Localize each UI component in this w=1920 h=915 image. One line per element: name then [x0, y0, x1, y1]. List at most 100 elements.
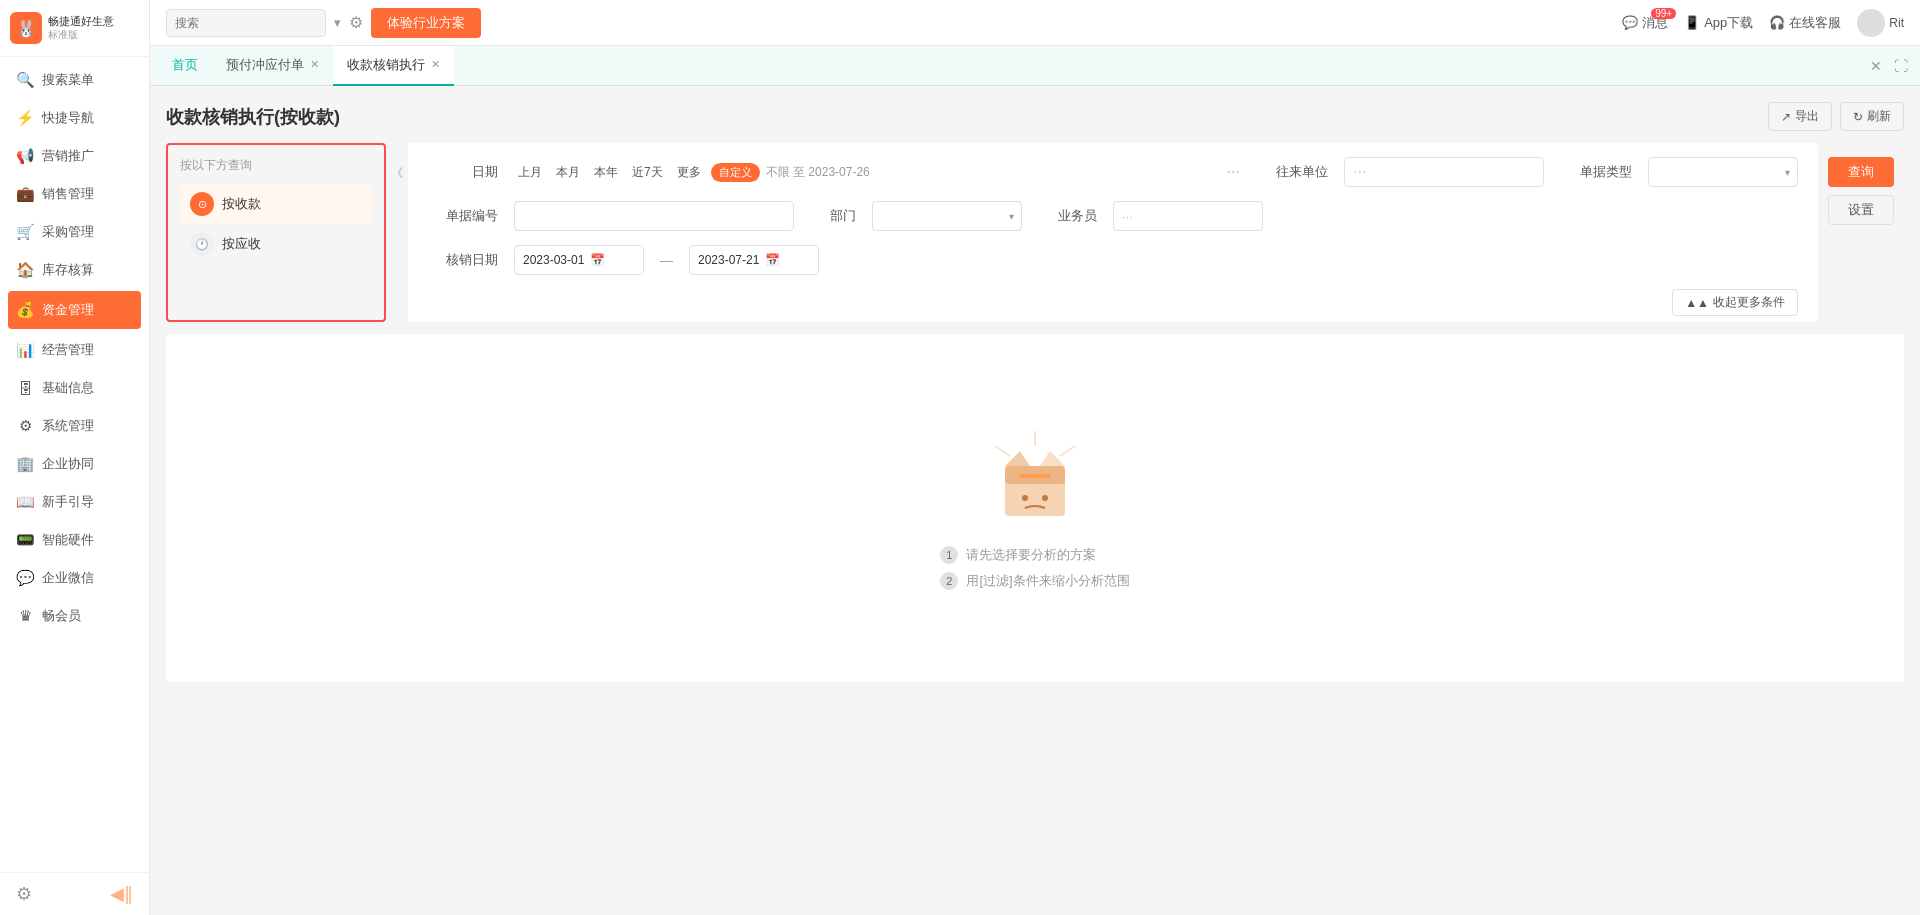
management-icon: 📊	[16, 341, 34, 359]
sidebar-item-basic-info[interactable]: 🗄 基础信息	[0, 369, 149, 407]
maximize-tab-button[interactable]: ⛶	[1890, 54, 1912, 78]
tab-receipt-close-icon[interactable]: ✕	[431, 58, 440, 71]
basic-info-icon: 🗄	[16, 380, 34, 397]
doc-type-select-wrapper	[1648, 157, 1798, 187]
notification-count: 99+	[1651, 8, 1676, 19]
verify-date-end[interactable]: 2023-07-21 📅	[689, 245, 819, 275]
dept-label: 部门	[810, 207, 856, 225]
doc-type-select[interactable]	[1648, 157, 1798, 187]
date-last-month[interactable]: 上月	[514, 162, 546, 183]
tabbar: 首页 预付冲应付单 ✕ 收款核销执行 ✕ ✕ ⛶	[150, 46, 1920, 86]
collapse-sidebar-icon[interactable]: ◀‖	[110, 883, 133, 905]
sidebar-item-label: 企业协同	[42, 455, 94, 473]
tab-receipt-label: 收款核销执行	[347, 56, 425, 74]
gear-icon[interactable]: ⚙	[349, 13, 363, 32]
date-this-month[interactable]: 本月	[552, 162, 584, 183]
app-download-button[interactable]: 📱 App下载	[1684, 14, 1753, 32]
dept-select[interactable]	[872, 201, 1022, 231]
staff-field[interactable]: ···	[1113, 201, 1263, 231]
sidebar-item-label: 销售管理	[42, 185, 94, 203]
sidebar-item-label: 营销推广	[42, 147, 94, 165]
sidebar-item-label: 采购管理	[42, 223, 94, 241]
headset-icon: 🎧	[1769, 15, 1785, 30]
finance-icon: 💰	[16, 301, 34, 319]
topbar-left: ▾ ⚙ 体验行业方案	[166, 8, 1610, 38]
sidebar-item-quick-nav[interactable]: ⚡ 快捷导航	[0, 99, 149, 137]
chevron-down-icon[interactable]: ▾	[334, 15, 341, 30]
sidebar-item-enterprise[interactable]: 🏢 企业协同	[0, 445, 149, 483]
empty-tip-1: 1 请先选择要分析的方案	[940, 546, 1129, 564]
setting-button[interactable]: 设置	[1828, 195, 1894, 225]
svg-point-3	[1022, 495, 1028, 501]
verify-date-end-value: 2023-07-21	[698, 253, 759, 267]
collapse-conditions-button[interactable]: ▲▲ 收起更多条件	[1672, 289, 1798, 316]
app-badge: 标准版	[48, 28, 114, 42]
refresh-button[interactable]: ↻ 刷新	[1840, 102, 1904, 131]
calendar-end-icon[interactable]: 📅	[765, 253, 780, 267]
sidebar-item-system[interactable]: ⚙ 系统管理	[0, 407, 149, 445]
export-button[interactable]: ↗ 导出	[1768, 102, 1832, 131]
industry-solution-button[interactable]: 体验行业方案	[371, 8, 481, 38]
tab-prepay-close-icon[interactable]: ✕	[310, 58, 319, 71]
collapse-filter-button[interactable]: 《	[386, 143, 408, 203]
settings-icon[interactable]: ⚙	[16, 883, 32, 905]
date-this-year[interactable]: 本年	[590, 162, 622, 183]
sidebar-item-search[interactable]: 🔍 搜索菜单	[0, 61, 149, 99]
export-icon: ↗	[1781, 110, 1791, 124]
filter-by-receivable-label: 按应收	[222, 235, 261, 253]
tab-prepay[interactable]: 预付冲应付单 ✕	[212, 46, 333, 86]
sidebar-item-management[interactable]: 📊 经营管理	[0, 331, 149, 369]
counterpart-label: 往来单位	[1256, 163, 1328, 181]
filter-by-receipt[interactable]: ⊙ 按收款	[180, 184, 372, 224]
topbar-right: 💬 消息 99+ 📱 App下载 🎧 在线客服 Rit	[1622, 9, 1904, 37]
notification-button[interactable]: 💬 消息 99+	[1622, 14, 1668, 32]
filter-by-receivable[interactable]: 🕐 按应收	[180, 224, 372, 264]
sidebar-item-marketing[interactable]: 📢 营销推广	[0, 137, 149, 175]
tab-receipt[interactable]: 收款核销执行 ✕	[333, 46, 454, 86]
tab-home[interactable]: 首页	[158, 46, 212, 86]
guide-icon: 📖	[16, 493, 34, 511]
search-input[interactable]	[166, 9, 326, 37]
customer-service-button[interactable]: 🎧 在线客服	[1769, 14, 1841, 32]
content-area: 收款核销执行(按收款) ↗ 导出 ↻ 刷新 按以下方查询 ⊙ 按收款	[150, 86, 1920, 915]
counterpart-field[interactable]: ···	[1344, 157, 1544, 187]
sidebar-item-member[interactable]: ♛ 畅会员	[0, 597, 149, 635]
doc-no-input[interactable]	[514, 201, 794, 231]
date-custom-tag[interactable]: 自定义	[711, 163, 760, 182]
close-tab-button[interactable]: ✕	[1866, 54, 1886, 78]
tip-num-1: 1	[940, 546, 958, 564]
sidebar-item-wechat[interactable]: 💬 企业微信	[0, 559, 149, 597]
sidebar: 🐰 畅捷通好生意 标准版 🔍 搜索菜单 ⚡ 快捷导航 📢 营销推广 💼 销售管理…	[0, 0, 150, 915]
verify-date-start[interactable]: 2023-03-01 📅	[514, 245, 644, 275]
system-icon: ⚙	[16, 417, 34, 435]
staff-label: 业务员	[1038, 207, 1097, 225]
wechat-icon: 💬	[16, 569, 34, 587]
sidebar-item-label: 畅会员	[42, 607, 81, 625]
calendar-start-icon[interactable]: 📅	[590, 253, 605, 267]
empty-tips: 1 请先选择要分析的方案 2 用[过滤]条件来缩小分析范围	[940, 546, 1129, 590]
logo-area: 🐰 畅捷通好生意 标准版	[0, 0, 149, 57]
page-header: 收款核销执行(按收款) ↗ 导出 ↻ 刷新	[166, 102, 1904, 131]
page-title: 收款核销执行(按收款)	[166, 105, 340, 129]
verify-date-label: 核销日期	[428, 251, 498, 269]
sidebar-bottom: ⚙ ◀‖	[0, 872, 149, 915]
purchase-icon: 🛒	[16, 223, 34, 241]
date-shortcuts: 上月 本月 本年 近7天 更多 自定义 不限 至 2023-07-26	[514, 162, 1211, 183]
date-last-7-days[interactable]: 近7天	[628, 162, 667, 183]
empty-svg	[975, 426, 1095, 526]
sidebar-item-hardware[interactable]: 📟 智能硬件	[0, 521, 149, 559]
sidebar-item-sales[interactable]: 💼 销售管理	[0, 175, 149, 213]
sidebar-item-label: 库存核算	[42, 261, 94, 279]
sidebar-item-purchase[interactable]: 🛒 采购管理	[0, 213, 149, 251]
doc-no-label: 单据编号	[428, 207, 498, 225]
customer-service-label: 在线客服	[1789, 14, 1841, 32]
query-button[interactable]: 查询	[1828, 157, 1894, 187]
sidebar-item-guide[interactable]: 📖 新手引导	[0, 483, 149, 521]
sidebar-item-inventory[interactable]: 🏠 库存核算	[0, 251, 149, 289]
filter-left-title: 按以下方查询	[180, 157, 372, 174]
counterpart-dots[interactable]: ···	[1227, 163, 1240, 181]
sidebar-item-finance[interactable]: 💰 资金管理	[8, 291, 141, 329]
user-profile[interactable]: Rit	[1857, 9, 1904, 37]
date-more[interactable]: 更多	[673, 162, 705, 183]
sidebar-item-label: 系统管理	[42, 417, 94, 435]
